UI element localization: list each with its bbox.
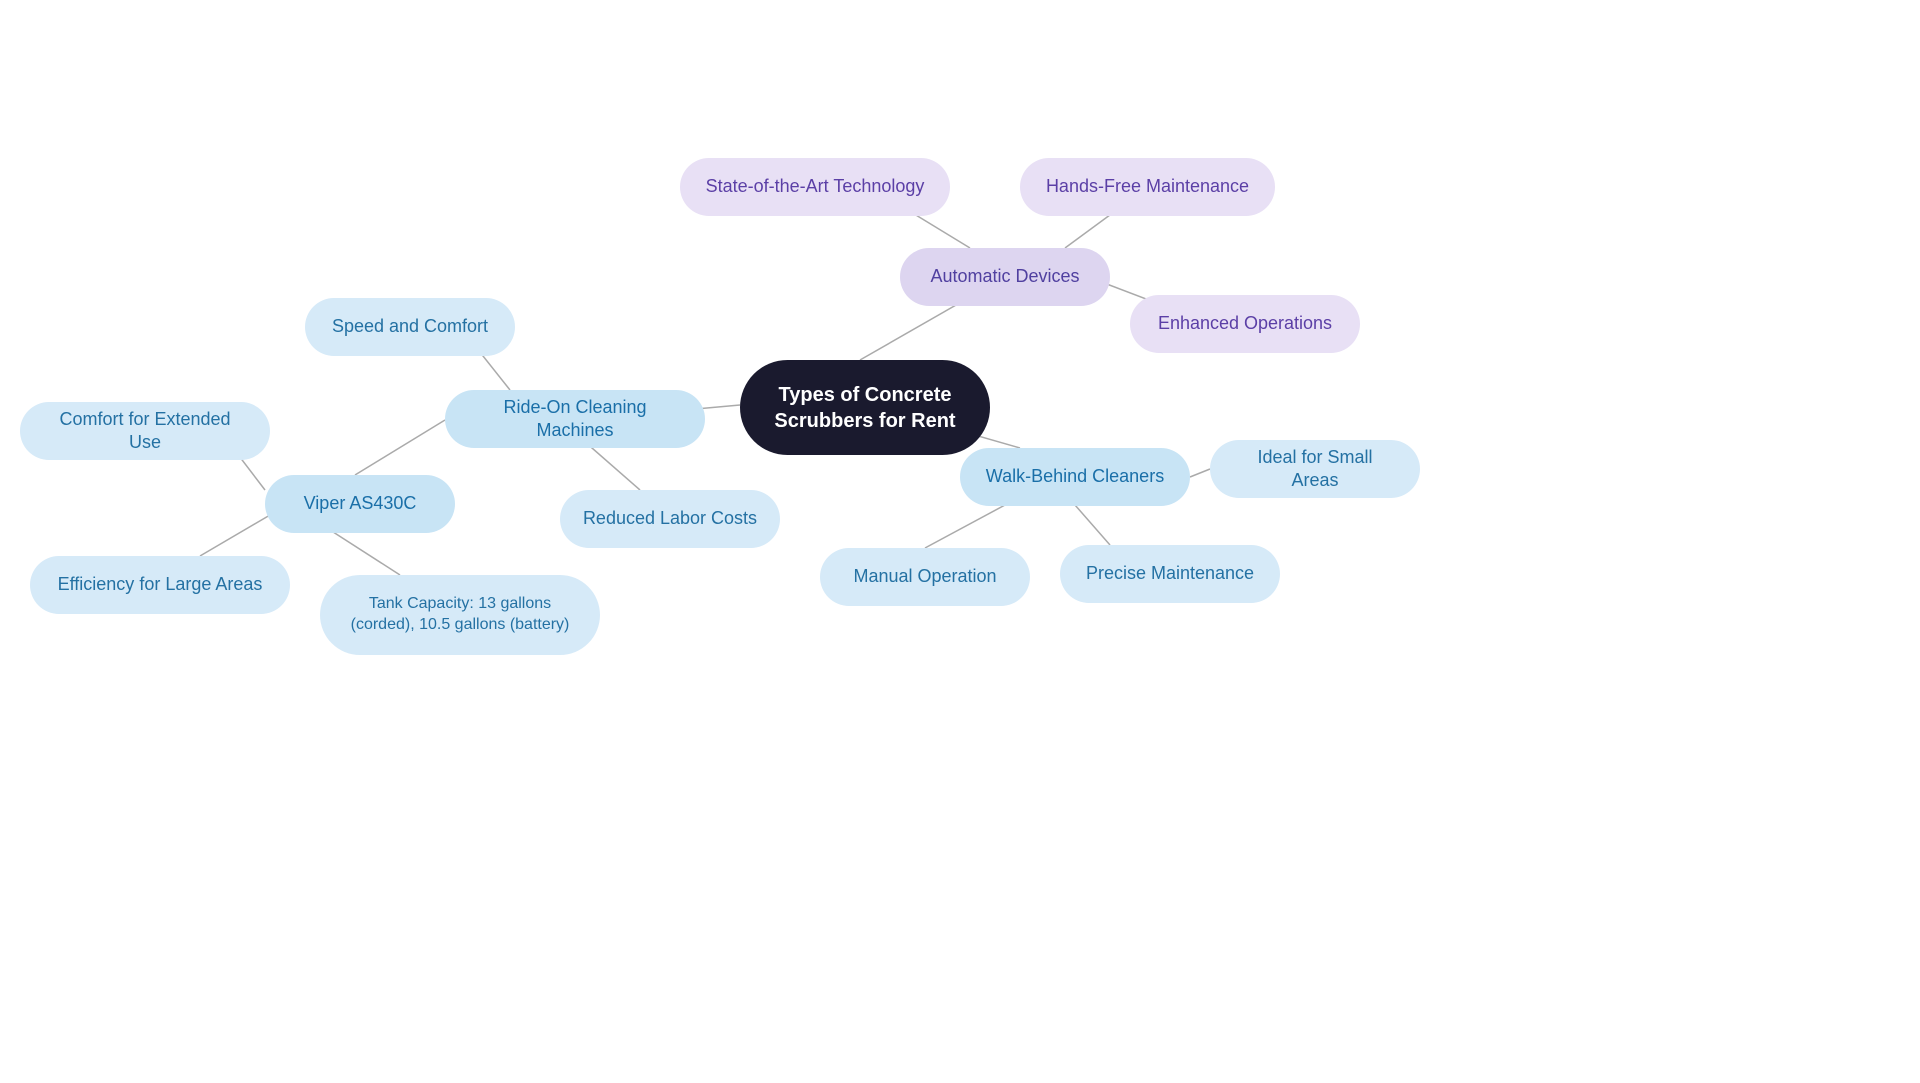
enhanced-ops-label: Enhanced Operations <box>1158 312 1332 335</box>
state-of-art-label: State-of-the-Art Technology <box>706 175 925 198</box>
speed-comfort-label: Speed and Comfort <box>332 315 488 338</box>
precise-maint-node: Precise Maintenance <box>1060 545 1280 603</box>
precise-maint-label: Precise Maintenance <box>1086 562 1254 585</box>
comfort-extended-label: Comfort for Extended Use <box>42 408 248 455</box>
reduced-labor-label: Reduced Labor Costs <box>583 507 757 530</box>
hands-free-label: Hands-Free Maintenance <box>1046 175 1249 198</box>
ideal-small-label: Ideal for Small Areas <box>1232 446 1398 493</box>
efficiency-large-node: Efficiency for Large Areas <box>30 556 290 614</box>
efficiency-large-label: Efficiency for Large Areas <box>58 573 263 596</box>
automatic-devices-label: Automatic Devices <box>930 265 1079 288</box>
ideal-small-node: Ideal for Small Areas <box>1210 440 1420 498</box>
reduced-labor-node: Reduced Labor Costs <box>560 490 780 548</box>
ride-on-node: Ride-On Cleaning Machines <box>445 390 705 448</box>
automatic-devices-node: Automatic Devices <box>900 248 1110 306</box>
walk-behind-node: Walk-Behind Cleaners <box>960 448 1190 506</box>
viper-label: Viper AS430C <box>304 492 417 515</box>
walk-behind-label: Walk-Behind Cleaners <box>986 465 1164 488</box>
center-label: Types of Concrete Scrubbers for Rent <box>762 382 968 434</box>
manual-op-label: Manual Operation <box>853 565 996 588</box>
center-node: Types of Concrete Scrubbers for Rent <box>740 360 990 455</box>
enhanced-ops-node: Enhanced Operations <box>1130 295 1360 353</box>
viper-node: Viper AS430C <box>265 475 455 533</box>
tank-capacity-label: Tank Capacity: 13 gallons (corded), 10.5… <box>342 594 578 636</box>
tank-capacity-node: Tank Capacity: 13 gallons (corded), 10.5… <box>320 575 600 655</box>
comfort-extended-node: Comfort for Extended Use <box>20 402 270 460</box>
state-of-art-node: State-of-the-Art Technology <box>680 158 950 216</box>
hands-free-node: Hands-Free Maintenance <box>1020 158 1275 216</box>
ride-on-label: Ride-On Cleaning Machines <box>467 396 683 443</box>
manual-op-node: Manual Operation <box>820 548 1030 606</box>
speed-comfort-node: Speed and Comfort <box>305 298 515 356</box>
